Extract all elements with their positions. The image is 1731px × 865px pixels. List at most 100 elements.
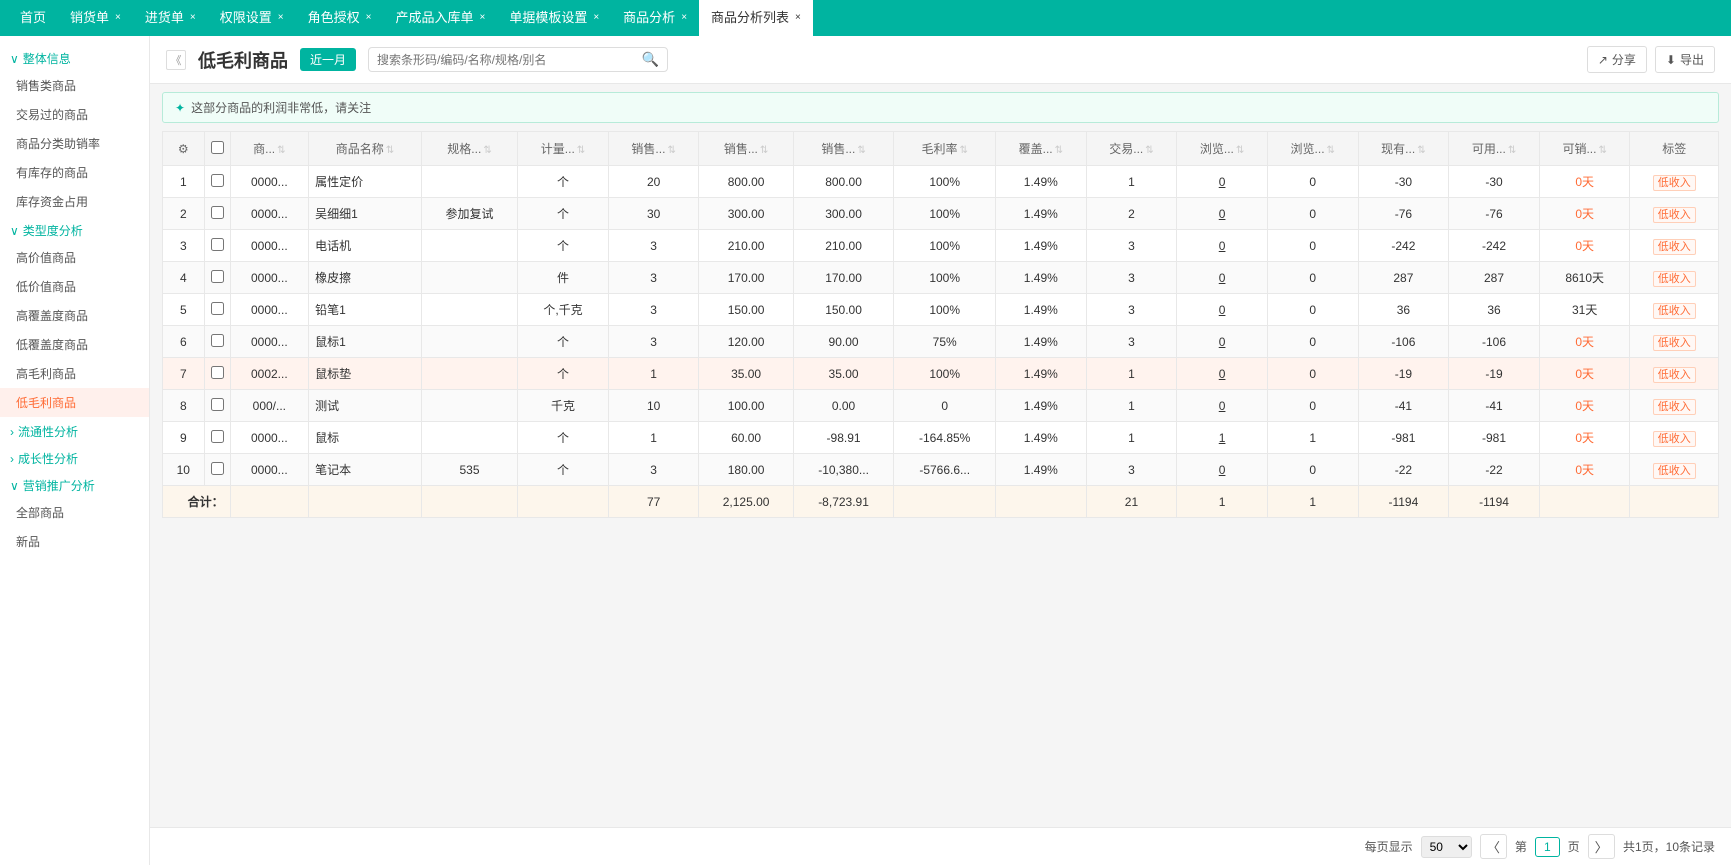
row-checkbox[interactable] — [211, 462, 224, 475]
row-checkbox-cell[interactable] — [204, 166, 230, 198]
sidebar-group-type[interactable]: ∨ 类型度分析 — [0, 216, 149, 243]
row-checkbox[interactable] — [211, 270, 224, 283]
col-name[interactable]: 商品名称⇅ — [309, 132, 422, 166]
next-page-button[interactable]: 〉 — [1588, 834, 1615, 859]
select-all-checkbox[interactable] — [211, 141, 224, 154]
col-current[interactable]: 现有...⇅ — [1358, 132, 1449, 166]
row-checkbox-cell[interactable] — [204, 230, 230, 262]
row-browse1[interactable]: 1 — [1177, 422, 1268, 454]
close-icon[interactable]: × — [115, 0, 121, 36]
col-checkbox[interactable] — [204, 132, 230, 166]
nav-permission[interactable]: 权限设置 × — [208, 0, 296, 36]
col-sellable[interactable]: 可销...⇅ — [1539, 132, 1630, 166]
row-unit: 千克 — [518, 390, 609, 422]
row-checkbox[interactable] — [211, 206, 224, 219]
row-coverage: 1.49% — [996, 166, 1087, 198]
close-icon[interactable]: × — [190, 0, 196, 36]
row-checkbox-cell[interactable] — [204, 422, 230, 454]
row-browse1[interactable]: 0 — [1177, 262, 1268, 294]
per-page-select[interactable]: 50 20 100 — [1421, 836, 1472, 858]
row-checkbox-cell[interactable] — [204, 390, 230, 422]
row-browse1[interactable]: 0 — [1177, 390, 1268, 422]
export-button[interactable]: ⬇ 导出 — [1655, 46, 1715, 73]
row-browse1[interactable]: 0 — [1177, 198, 1268, 230]
row-unit: 个 — [518, 230, 609, 262]
sidebar-group-flow[interactable]: › 流通性分析 — [0, 417, 149, 444]
col-browse2[interactable]: 浏览...⇅ — [1267, 132, 1358, 166]
row-checkbox[interactable] — [211, 238, 224, 251]
sidebar-item-sales-products[interactable]: 销售类商品 — [0, 71, 149, 100]
sidebar-item-high-value[interactable]: 高价值商品 — [0, 243, 149, 272]
sidebar-item-category-rate[interactable]: 商品分类助销率 — [0, 129, 149, 158]
row-checkbox-cell[interactable] — [204, 262, 230, 294]
sidebar-item-capital[interactable]: 库存资金占用 — [0, 187, 149, 216]
row-checkbox[interactable] — [211, 174, 224, 187]
row-current: -76 — [1358, 198, 1449, 230]
nav-home[interactable]: 首页 — [8, 0, 58, 36]
nav-product-stock[interactable]: 产成品入库单 × — [383, 0, 497, 36]
close-icon[interactable]: × — [479, 0, 485, 36]
nav-template[interactable]: 单据模板设置 × — [497, 0, 611, 36]
sidebar-item-new-products[interactable]: 新品 — [0, 527, 149, 556]
row-checkbox[interactable] — [211, 398, 224, 411]
sidebar-group-marketing[interactable]: ∨ 营销推广分析 — [0, 471, 149, 498]
date-filter-button[interactable]: 近一月 — [300, 48, 356, 71]
sidebar-group-overall[interactable]: ∨ 整体信息 — [0, 44, 149, 71]
search-input[interactable] — [377, 53, 636, 67]
collapse-button[interactable]: 《 — [166, 50, 186, 70]
arrow-icon: ∨ — [10, 224, 19, 238]
col-browse1[interactable]: 浏览...⇅ — [1177, 132, 1268, 166]
sidebar-item-stocked-products[interactable]: 有库存的商品 — [0, 158, 149, 187]
nav-product-analysis[interactable]: 商品分析 × — [611, 0, 699, 36]
nav-purchase[interactable]: 进货单 × — [133, 0, 208, 36]
share-button[interactable]: ↗ 分享 — [1587, 46, 1647, 73]
col-sales-qty[interactable]: 销售...⇅ — [608, 132, 699, 166]
nav-sales[interactable]: 销货单 × — [58, 0, 133, 36]
table-row: 3 0000... 电话机 个 3 210.00 210.00 100% 1.4… — [163, 230, 1719, 262]
row-browse1[interactable]: 0 — [1177, 230, 1268, 262]
row-sales2: 170.00 — [699, 262, 793, 294]
row-checkbox[interactable] — [211, 430, 224, 443]
row-browse1[interactable]: 0 — [1177, 358, 1268, 390]
row-checkbox-cell[interactable] — [204, 358, 230, 390]
close-icon[interactable]: × — [681, 0, 687, 36]
search-icon[interactable]: 🔍 — [642, 51, 659, 68]
sidebar-item-all-products[interactable]: 全部商品 — [0, 498, 149, 527]
row-checkbox-cell[interactable] — [204, 198, 230, 230]
sidebar-item-high-margin[interactable]: 高毛利商品 — [0, 359, 149, 388]
col-sales-amount[interactable]: 销售...⇅ — [699, 132, 793, 166]
col-code[interactable]: 商...⇅ — [230, 132, 308, 166]
sidebar-item-low-value[interactable]: 低价值商品 — [0, 272, 149, 301]
col-sales-profit[interactable]: 销售...⇅ — [793, 132, 894, 166]
col-settings[interactable]: ⚙ — [163, 132, 205, 166]
sidebar-item-traded-products[interactable]: 交易过的商品 — [0, 100, 149, 129]
close-icon[interactable]: × — [278, 0, 284, 36]
prev-page-button[interactable]: 〈 — [1480, 834, 1507, 859]
col-trade[interactable]: 交易...⇅ — [1086, 132, 1177, 166]
row-name: 吴细细1 — [309, 198, 422, 230]
close-icon[interactable]: × — [593, 0, 599, 36]
row-checkbox[interactable] — [211, 334, 224, 347]
col-available[interactable]: 可用...⇅ — [1449, 132, 1540, 166]
col-unit[interactable]: 计量...⇅ — [518, 132, 609, 166]
row-checkbox[interactable] — [211, 366, 224, 379]
row-checkbox-cell[interactable] — [204, 326, 230, 358]
close-icon[interactable]: × — [366, 0, 372, 36]
row-checkbox-cell[interactable] — [204, 454, 230, 486]
nav-role[interactable]: 角色授权 × — [296, 0, 384, 36]
row-browse1[interactable]: 0 — [1177, 294, 1268, 326]
row-browse1[interactable]: 0 — [1177, 166, 1268, 198]
row-browse1[interactable]: 0 — [1177, 326, 1268, 358]
sidebar-item-high-coverage[interactable]: 高覆盖度商品 — [0, 301, 149, 330]
nav-product-analysis-list[interactable]: 商品分析列表 × — [699, 0, 813, 36]
sidebar-group-growth[interactable]: › 成长性分析 — [0, 444, 149, 471]
row-browse1[interactable]: 0 — [1177, 454, 1268, 486]
row-checkbox-cell[interactable] — [204, 294, 230, 326]
col-gross-rate[interactable]: 毛利率⇅ — [894, 132, 996, 166]
col-spec[interactable]: 规格...⇅ — [421, 132, 517, 166]
row-checkbox[interactable] — [211, 302, 224, 315]
sidebar-item-low-coverage[interactable]: 低覆盖度商品 — [0, 330, 149, 359]
sidebar-item-low-margin[interactable]: 低毛利商品 — [0, 388, 149, 417]
col-coverage[interactable]: 覆盖...⇅ — [996, 132, 1087, 166]
close-icon[interactable]: × — [795, 0, 801, 36]
